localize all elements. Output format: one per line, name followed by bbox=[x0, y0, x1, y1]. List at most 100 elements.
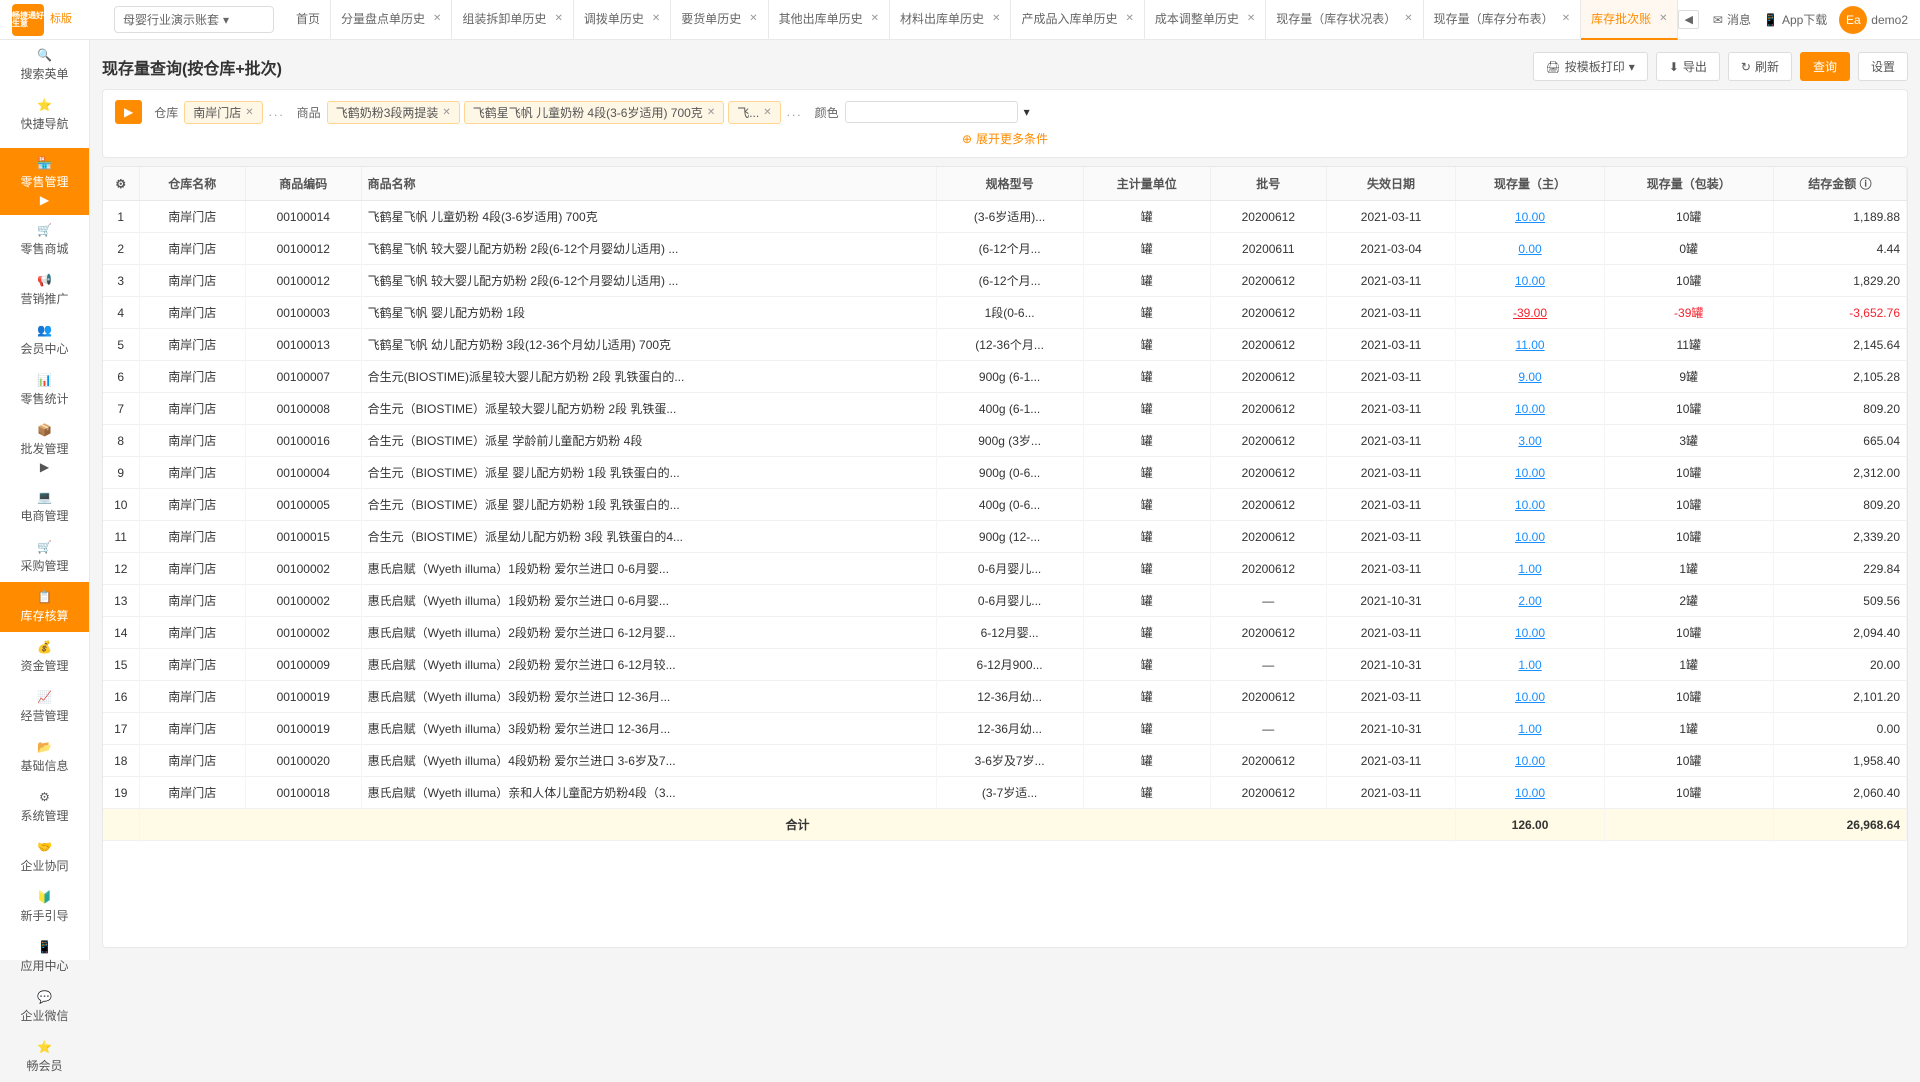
filter-expand-toggle[interactable]: ▶ bbox=[115, 100, 142, 124]
sidebar-item-appcenter[interactable]: 📱 应用中心 bbox=[0, 932, 89, 982]
cell-qty-main[interactable]: 2.00 bbox=[1456, 585, 1604, 617]
close-icon[interactable]: ✕ bbox=[433, 13, 441, 24]
sidebar-item-collab[interactable]: 🤝 企业协同 bbox=[0, 832, 89, 882]
close-icon[interactable]: ✕ bbox=[554, 13, 562, 24]
tab-fenpan[interactable]: 分量盘点单历史 ✕ bbox=[331, 0, 452, 40]
cell-qty-main[interactable]: 9.00 bbox=[1456, 361, 1604, 393]
message-button[interactable]: ✉ 消息 bbox=[1713, 11, 1751, 28]
export-button[interactable]: ⬇ 导出 bbox=[1656, 52, 1720, 81]
close-icon[interactable]: ✕ bbox=[1562, 13, 1570, 24]
sidebar-item-member[interactable]: 👥 会员中心 bbox=[0, 315, 89, 365]
warehouse-more[interactable]: ... bbox=[269, 105, 285, 119]
sidebar-item-retail-stat[interactable]: 📊 零售统计 bbox=[0, 365, 89, 415]
qty-main-link[interactable]: 1.00 bbox=[1518, 562, 1541, 576]
cell-qty-main[interactable]: 10.00 bbox=[1456, 617, 1604, 649]
qty-main-link[interactable]: 10.00 bbox=[1515, 274, 1545, 288]
qty-main-link[interactable]: -39.00 bbox=[1513, 306, 1547, 320]
table-wrap[interactable]: ⚙ 仓库名称 商品编码 商品名称 规格型号 主计量单位 批号 失效日期 现存量（… bbox=[103, 167, 1907, 947]
qty-main-link[interactable]: 10.00 bbox=[1515, 402, 1545, 416]
print-button[interactable]: 🖨 按模板打印 ▾ bbox=[1533, 52, 1648, 81]
tab-cailiao[interactable]: 材料出库单历史 ✕ bbox=[890, 0, 1011, 40]
qty-main-link[interactable]: 10.00 bbox=[1515, 786, 1545, 800]
qty-main-link[interactable]: 0.00 bbox=[1518, 242, 1541, 256]
qty-main-link[interactable]: 10.00 bbox=[1515, 530, 1545, 544]
close-icon[interactable]: ✕ bbox=[1125, 13, 1133, 24]
cell-qty-main[interactable]: 10.00 bbox=[1456, 681, 1604, 713]
qty-main-link[interactable]: 10.00 bbox=[1515, 754, 1545, 768]
filter-expand-row[interactable]: ⊕ 展开更多条件 bbox=[115, 130, 1895, 147]
close-icon[interactable]: ✕ bbox=[652, 13, 660, 24]
sidebar-item-inventory[interactable]: 📋 库存核算 bbox=[0, 582, 89, 632]
sidebar-item-finance[interactable]: 💰 资金管理 bbox=[0, 632, 89, 682]
cell-qty-main[interactable]: 10.00 bbox=[1456, 489, 1604, 521]
sidebar-item-mall[interactable]: 🛒 零售商城 bbox=[0, 215, 89, 265]
tab-home[interactable]: 首页 bbox=[286, 0, 331, 40]
qty-main-link[interactable]: 1.00 bbox=[1518, 658, 1541, 672]
qty-main-link[interactable]: 10.00 bbox=[1515, 690, 1545, 704]
sidebar-item-base[interactable]: 📂 基础信息 bbox=[0, 732, 89, 782]
sidebar-search[interactable]: 🔍 搜索英单 bbox=[0, 40, 89, 90]
tab-yaohuo[interactable]: 要货单历史 ✕ bbox=[671, 0, 768, 40]
sidebar-item-system[interactable]: ⚙ 系统管理 bbox=[0, 782, 89, 832]
qty-main-link[interactable]: 1.00 bbox=[1518, 722, 1541, 736]
refresh-button[interactable]: ↻ 刷新 bbox=[1728, 52, 1792, 81]
sidebar-item-ops[interactable]: 📈 经营管理 bbox=[0, 682, 89, 732]
close-icon[interactable]: ✕ bbox=[1659, 13, 1667, 24]
cell-qty-main[interactable]: 10.00 bbox=[1456, 745, 1604, 777]
cell-qty-main[interactable]: 3.00 bbox=[1456, 425, 1604, 457]
sidebar-item-changhui[interactable]: ⭐ 畅会员 bbox=[0, 1032, 89, 1082]
tab-prev-button[interactable]: ◀ bbox=[1678, 10, 1698, 29]
qty-main-link[interactable]: 10.00 bbox=[1515, 466, 1545, 480]
store-selector[interactable]: 母婴行业演示账套 ▾ bbox=[114, 6, 274, 33]
cell-qty-main[interactable]: 10.00 bbox=[1456, 201, 1604, 233]
color-input[interactable] bbox=[845, 101, 1018, 123]
close-icon[interactable]: ✕ bbox=[992, 13, 1000, 24]
qty-main-link[interactable]: 2.00 bbox=[1518, 594, 1541, 608]
cell-qty-main[interactable]: 10.00 bbox=[1456, 777, 1604, 809]
user-menu[interactable]: Ea demo2 bbox=[1839, 6, 1908, 34]
product-tag-3-remove[interactable]: ✕ bbox=[763, 107, 771, 118]
qty-main-link[interactable]: 9.00 bbox=[1518, 370, 1541, 384]
product-more[interactable]: ... bbox=[787, 105, 803, 119]
close-icon[interactable]: ✕ bbox=[871, 13, 879, 24]
cell-qty-main[interactable]: 10.00 bbox=[1456, 393, 1604, 425]
sidebar-item-ecommerce[interactable]: 💻 电商管理 bbox=[0, 482, 89, 532]
tab-xiancunliang-status[interactable]: 现存量（库存状况表） ✕ bbox=[1266, 0, 1423, 40]
qty-main-link[interactable]: 10.00 bbox=[1515, 626, 1545, 640]
sidebar-item-wholesale[interactable]: 📦 批发管理 ▶ bbox=[0, 415, 89, 482]
app-download-button[interactable]: 📱 App下载 bbox=[1763, 11, 1827, 28]
query-button[interactable]: 查询 bbox=[1800, 52, 1850, 81]
cell-qty-main[interactable]: 1.00 bbox=[1456, 649, 1604, 681]
warehouse-tag-remove[interactable]: ✕ bbox=[245, 107, 253, 118]
cell-qty-main[interactable]: 1.00 bbox=[1456, 713, 1604, 745]
qty-main-link[interactable]: 10.00 bbox=[1515, 498, 1545, 512]
sidebar-quicknav[interactable]: ⭐ 快捷导航 bbox=[0, 90, 89, 140]
sidebar-item-retail[interactable]: 🏪 零售管理 ▶ bbox=[0, 148, 89, 215]
cell-qty-main[interactable]: 0.00 bbox=[1456, 233, 1604, 265]
tab-qitachuku[interactable]: 其他出库单历史 ✕ bbox=[769, 0, 890, 40]
product-tag-2-remove[interactable]: ✕ bbox=[707, 107, 715, 118]
sidebar-item-purchase[interactable]: 🛒 采购管理 bbox=[0, 532, 89, 582]
close-icon[interactable]: ✕ bbox=[1247, 13, 1255, 24]
tab-xiancunliang-dist[interactable]: 现存量（库存分布表） ✕ bbox=[1424, 0, 1581, 40]
tab-kucun-pici[interactable]: 库存批次账 ✕ bbox=[1581, 0, 1678, 40]
tab-zuzhuang[interactable]: 组装拆卸单历史 ✕ bbox=[452, 0, 573, 40]
sidebar-item-guide[interactable]: 🔰 新手引导 bbox=[0, 882, 89, 932]
cell-qty-main[interactable]: 11.00 bbox=[1456, 329, 1604, 361]
cell-qty-main[interactable]: 10.00 bbox=[1456, 521, 1604, 553]
cell-qty-main[interactable]: 10.00 bbox=[1456, 265, 1604, 297]
qty-main-link[interactable]: 11.00 bbox=[1515, 338, 1544, 352]
sidebar-item-marketing[interactable]: 📢 营销推广 bbox=[0, 265, 89, 315]
tab-chancheng[interactable]: 产成品入库单历史 ✕ bbox=[1011, 0, 1144, 40]
cell-qty-main[interactable]: 10.00 bbox=[1456, 457, 1604, 489]
product-tag-1-remove[interactable]: ✕ bbox=[442, 107, 450, 118]
sidebar-item-weixin[interactable]: 💬 企业微信 bbox=[0, 982, 89, 1032]
tab-diaobo[interactable]: 调拨单历史 ✕ bbox=[574, 0, 671, 40]
close-icon[interactable]: ✕ bbox=[749, 13, 757, 24]
tab-chengben[interactable]: 成本调整单历史 ✕ bbox=[1145, 0, 1266, 40]
cell-qty-main[interactable]: 1.00 bbox=[1456, 553, 1604, 585]
color-chevron[interactable]: ▾ bbox=[1024, 105, 1030, 119]
settings-button[interactable]: 设置 bbox=[1858, 52, 1908, 81]
close-icon[interactable]: ✕ bbox=[1404, 13, 1412, 24]
cell-qty-main[interactable]: -39.00 bbox=[1456, 297, 1604, 329]
